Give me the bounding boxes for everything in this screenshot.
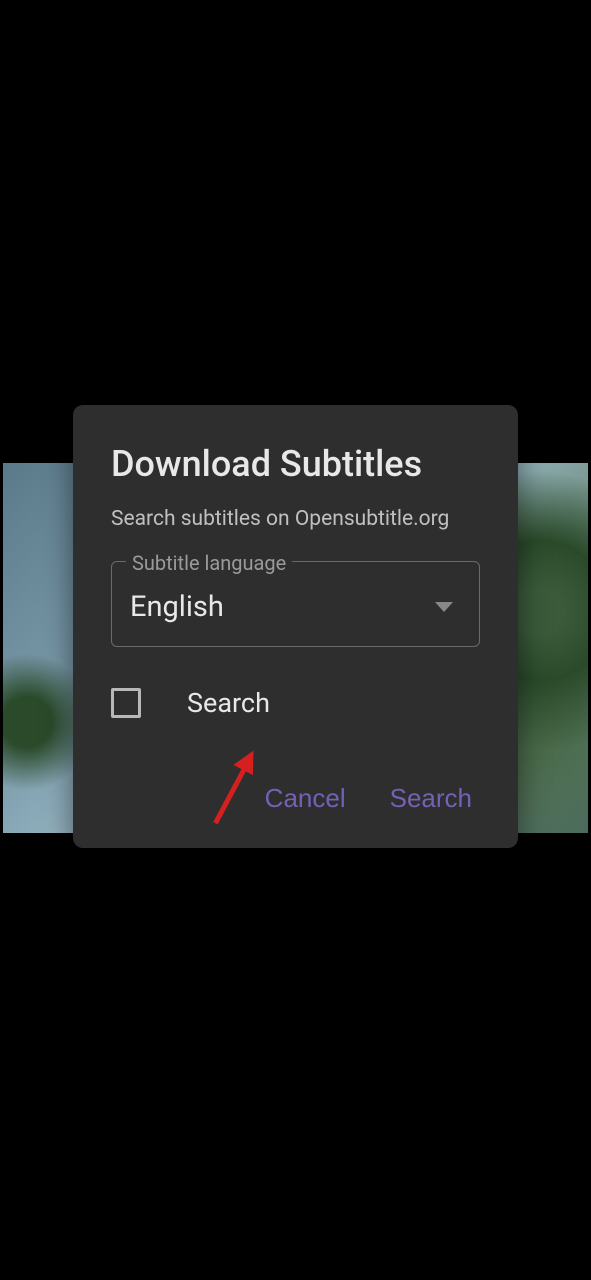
dropdown-value: English <box>130 590 224 624</box>
download-subtitles-dialog: Download Subtitles Search subtitles on O… <box>73 405 518 848</box>
checkbox-label: Search <box>187 687 270 719</box>
dialog-title: Download Subtitles <box>111 443 480 485</box>
dialog-subtitle: Search subtitles on Opensubtitle.org <box>111 507 480 531</box>
dropdown-label: Subtitle language <box>126 551 292 575</box>
language-dropdown[interactable]: Subtitle language English <box>111 561 480 647</box>
search-checkbox[interactable] <box>111 688 141 718</box>
chevron-down-icon <box>435 602 453 612</box>
cancel-button[interactable]: Cancel <box>261 777 350 820</box>
search-button[interactable]: Search <box>386 777 476 820</box>
dialog-button-row: Cancel Search <box>111 777 480 820</box>
search-checkbox-row: Search <box>111 687 480 719</box>
dropdown-value-row: English <box>130 590 461 624</box>
